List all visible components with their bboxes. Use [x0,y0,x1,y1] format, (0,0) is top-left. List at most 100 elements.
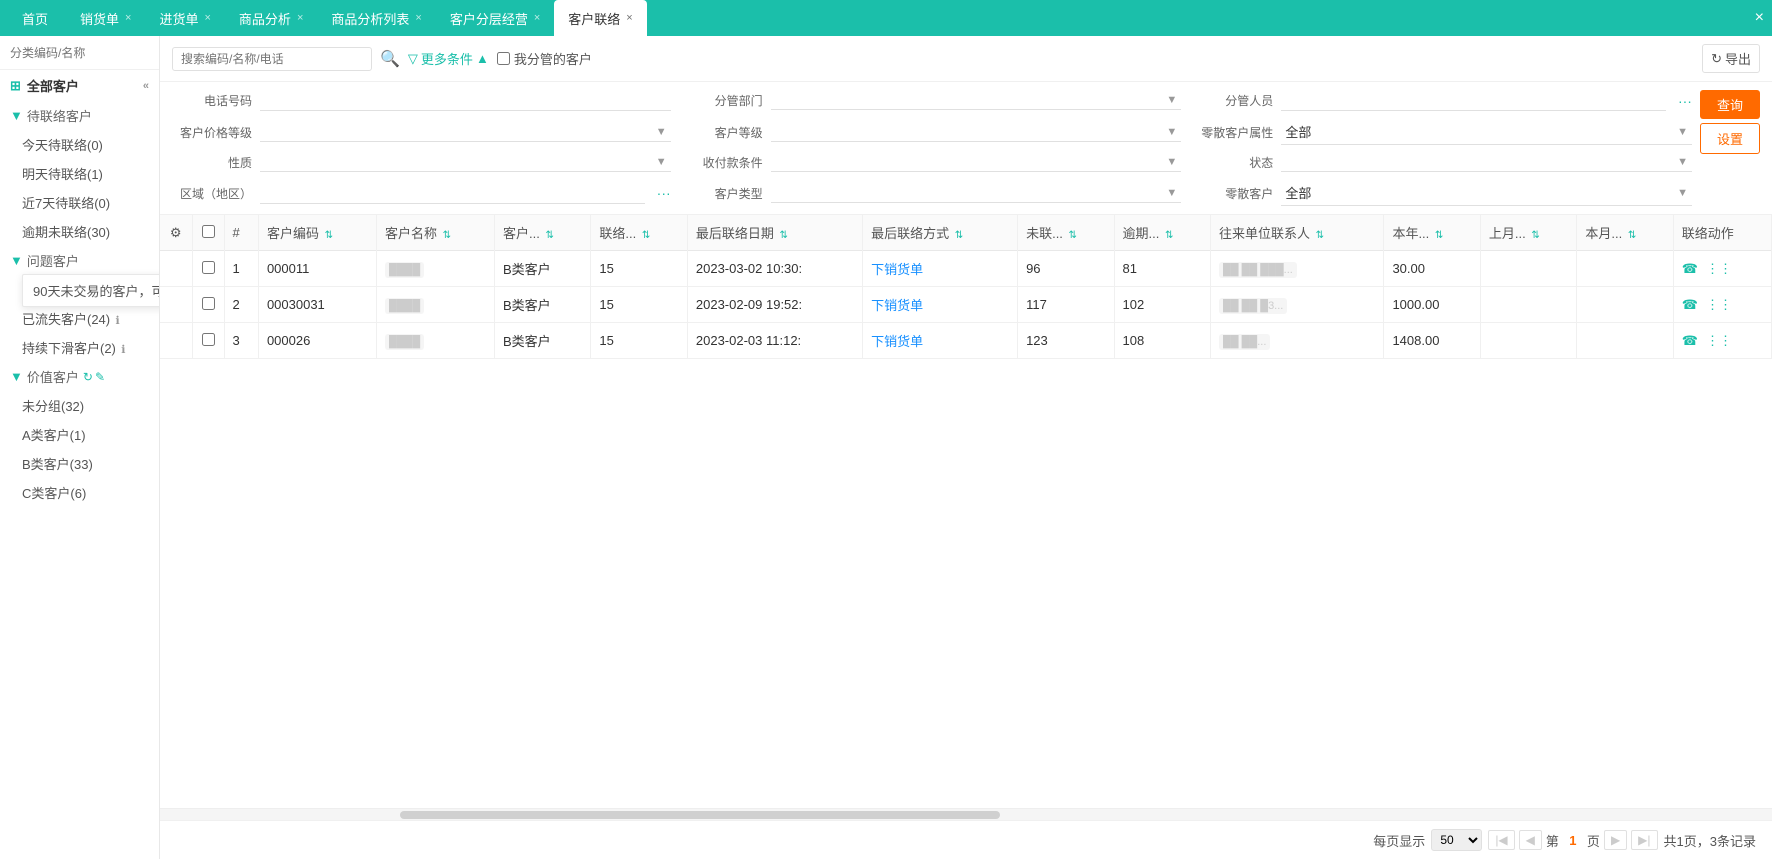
more-filters-button[interactable]: ▽ 更多条件 ▲ [408,49,489,68]
tab-customer-contact[interactable]: 客户联络 × [554,0,646,36]
refresh-icon-value[interactable]: ↻ [83,370,93,384]
lcm-link-1[interactable]: 下销货单 [871,262,923,277]
price-level-select[interactable]: ▼ [260,123,671,142]
sort-type[interactable]: ⇅ [545,230,553,241]
tab-goods-analysis[interactable]: 商品分析 × [225,0,317,36]
settings-icon[interactable]: ⚙ [170,225,182,240]
retail-attr-select[interactable]: 全部 ▼ [1281,119,1692,145]
col-last-month[interactable]: 上月... ⇅ [1480,215,1576,251]
more-icon-1[interactable]: ⋮⋮ [1706,261,1732,277]
sidebar-item-class-b[interactable]: B类客户(33) [0,449,159,478]
tab-goods-analysis-close[interactable]: × [297,12,303,24]
td-lcm-1[interactable]: 下销货单 [863,251,1018,287]
col-checkbox[interactable] [192,215,224,251]
region-dots[interactable]: ··· [657,185,671,201]
prev-page-btn[interactable]: ◀ [1519,830,1542,850]
manager-dots[interactable]: ··· [1678,93,1692,109]
sort-overdue[interactable]: ⇅ [1165,230,1173,241]
sidebar-item-class-c[interactable]: C类客户(6) [0,478,159,507]
col-name[interactable]: 客户名称 ⇅ [376,215,494,251]
sort-tm[interactable]: ⇅ [1628,230,1636,241]
region-input[interactable] [260,183,645,204]
sort-ty[interactable]: ⇅ [1435,230,1443,241]
payment-select[interactable]: ▼ [771,153,1182,172]
nature-select[interactable]: ▼ [260,153,671,172]
main-search-button[interactable]: 🔍 [380,49,400,69]
row3-checkbox[interactable] [202,333,215,346]
my-customers-checkbox[interactable] [497,52,510,65]
td-checkbox-1[interactable] [192,251,224,287]
scroll-thumb[interactable] [400,811,1000,819]
more-icon-3[interactable]: ⋮⋮ [1706,333,1732,349]
col-this-year[interactable]: 本年... ⇅ [1384,215,1480,251]
td-checkbox-2[interactable] [192,287,224,323]
query-button[interactable]: 查询 [1700,90,1760,119]
sidebar-collapse-icon[interactable]: « [143,80,149,92]
tab-sales-close[interactable]: × [125,12,131,24]
sort-contact[interactable]: ⇅ [642,230,650,241]
row2-checkbox[interactable] [202,297,215,310]
col-settings[interactable]: ⚙ [160,215,192,251]
per-page-select[interactable]: 50 20 100 [1431,829,1482,851]
col-code[interactable]: 客户编码 ⇅ [258,215,376,251]
last-page-btn[interactable]: ▶| [1631,830,1657,850]
sidebar-item-overdue[interactable]: 逾期未联络(30) [0,217,159,246]
tab-goods-analysis-list-close[interactable]: × [415,12,421,24]
tab-sales[interactable]: 销货单 × [66,0,145,36]
col-overdue[interactable]: 逾期... ⇅ [1114,215,1210,251]
sidebar-group-pending-contact[interactable]: ▼ 待联络客户 [0,101,159,130]
sort-lcd[interactable]: ⇅ [780,230,788,241]
col-last-contact-method[interactable]: 最后联络方式 ⇅ [863,215,1018,251]
retail-select[interactable]: 全部 ▼ [1281,180,1692,206]
sidebar-group-problem[interactable]: ▼ 问题客户 [0,246,159,275]
sort-lcm[interactable]: ⇅ [955,230,963,241]
settings-button[interactable]: 设置 [1700,123,1760,154]
more-icon-2[interactable]: ⋮⋮ [1706,297,1732,313]
tab-customer-segment-close[interactable]: × [534,12,540,24]
sort-code[interactable]: ⇅ [325,230,333,241]
sort-lm[interactable]: ⇅ [1531,230,1539,241]
customer-level-select[interactable]: ▼ [771,123,1182,142]
col-contact-person[interactable]: 往来单位联系人 ⇅ [1210,215,1383,251]
tab-home[interactable]: 首页 [8,0,62,36]
sidebar-item-declining[interactable]: 持续下滑客户(2) ℹ [0,333,159,362]
tab-purchase[interactable]: 进货单 × [145,0,224,36]
td-lcm-2[interactable]: 下销货单 [863,287,1018,323]
tab-goods-analysis-list[interactable]: 商品分析列表 × [317,0,435,36]
sidebar-search-input[interactable] [10,46,160,60]
edit-icon-value[interactable]: ✎ [95,370,105,384]
tab-customer-contact-close[interactable]: × [626,12,632,24]
tab-customer-segment[interactable]: 客户分层经营 × [436,0,554,36]
col-contact[interactable]: 联络... ⇅ [591,215,687,251]
next-page-btn[interactable]: ▶ [1604,830,1627,850]
customer-type-select[interactable]: ▼ [771,184,1182,203]
col-type[interactable]: 客户... ⇅ [494,215,590,251]
tab-purchase-close[interactable]: × [204,12,210,24]
manager-input[interactable] [1281,90,1666,111]
sidebar-item-tomorrow[interactable]: 明天待联络(1) [0,159,159,188]
sidebar-item-today[interactable]: 今天待联络(0) [0,130,159,159]
col-last-contact-date[interactable]: 最后联络日期 ⇅ [687,215,862,251]
sidebar-item-unsorted[interactable]: 未分组(32) [0,391,159,420]
first-page-btn[interactable]: |◀ [1488,830,1514,850]
sidebar-item-7days[interactable]: 近7天待联络(0) [0,188,159,217]
contact-icon-3[interactable]: ☎ [1682,333,1698,349]
contact-icon-1[interactable]: ☎ [1682,261,1698,277]
sort-uncontact[interactable]: ⇅ [1069,230,1077,241]
td-lcm-3[interactable]: 下销货单 [863,323,1018,359]
horizontal-scrollbar[interactable] [160,808,1772,820]
sort-cp[interactable]: ⇅ [1316,230,1324,241]
sidebar-item-class-a[interactable]: A类客户(1) [0,420,159,449]
main-search-input[interactable] [172,47,372,71]
export-button[interactable]: ↻ 导出 [1702,44,1760,73]
status-select[interactable]: ▼ [1281,153,1692,172]
select-all-checkbox[interactable] [202,225,215,238]
dept-select[interactable]: ▼ [771,91,1182,110]
col-uncontact[interactable]: 未联... ⇅ [1018,215,1114,251]
sidebar-all-customers[interactable]: ⊞ 全部客户 « [0,70,159,101]
row1-checkbox[interactable] [202,261,215,274]
contact-icon-2[interactable]: ☎ [1682,297,1698,313]
phone-input[interactable] [260,90,671,111]
sidebar-item-already-lost[interactable]: 已流失客户(24) ℹ [0,304,159,333]
td-checkbox-3[interactable] [192,323,224,359]
